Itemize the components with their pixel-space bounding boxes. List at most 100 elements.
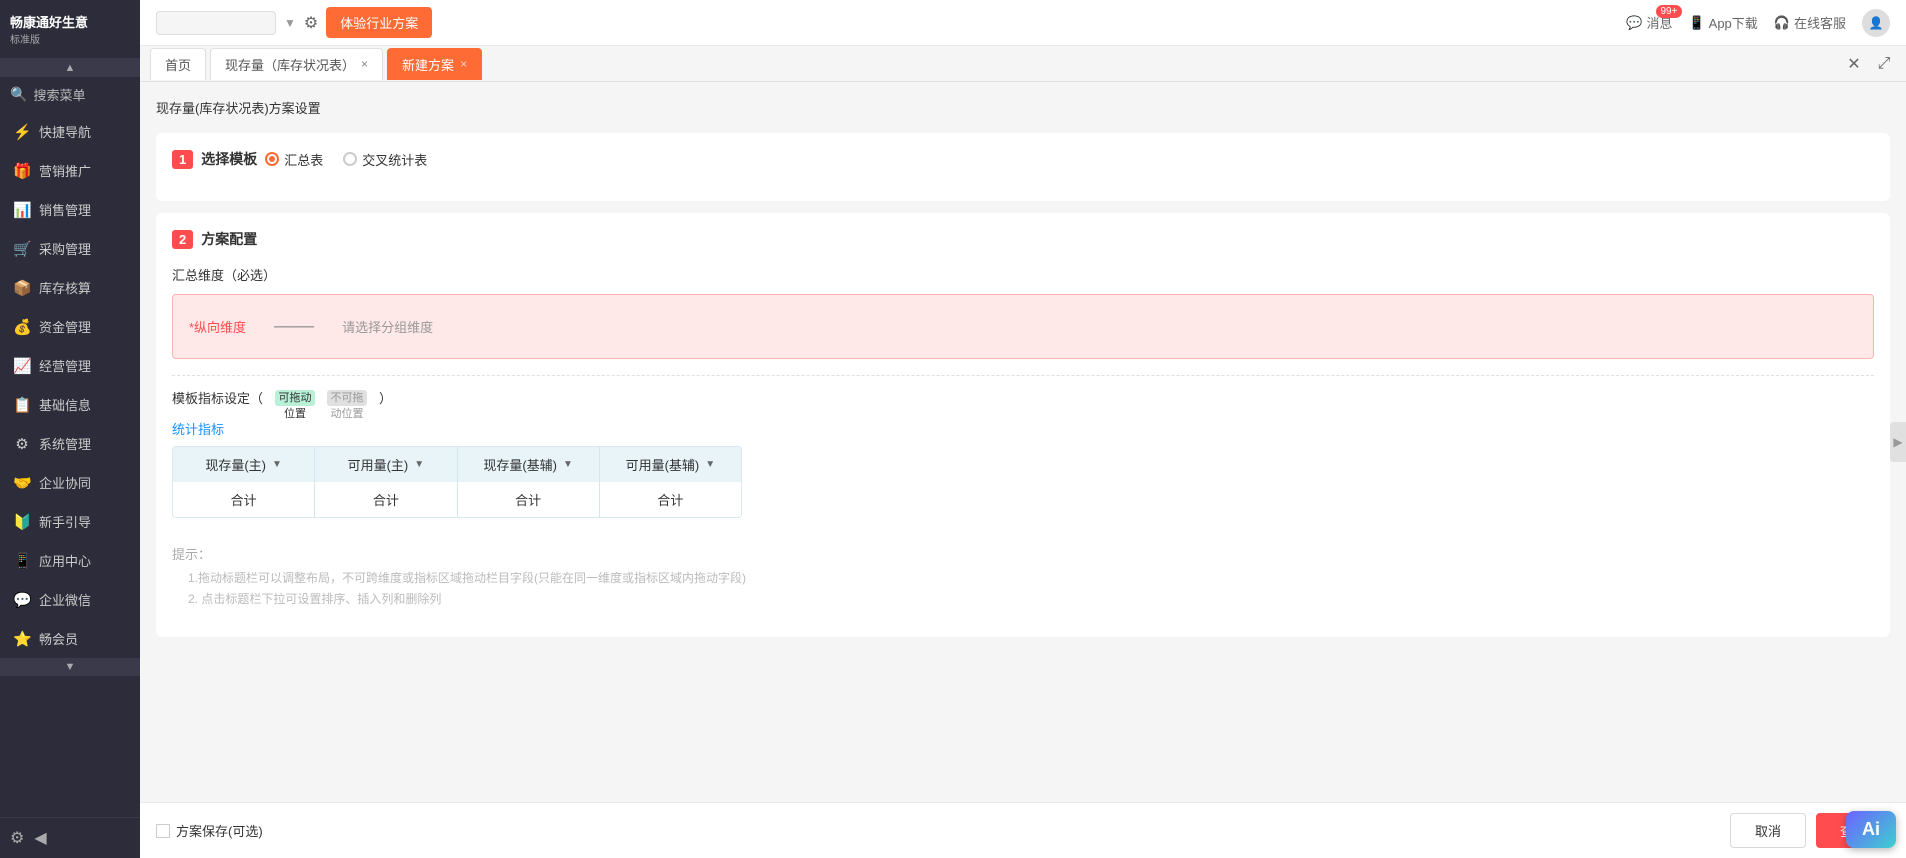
ai-button[interactable]: Ai [1846,811,1896,848]
purchase-icon: 🛒 [13,240,31,258]
tab-home[interactable]: 首页 [150,48,206,80]
message-icon: 💬 [1626,15,1642,31]
marketing-label: 营销推广 [39,161,91,180]
user-avatar[interactable]: 👤 [1862,9,1890,37]
sidebar-item-guide[interactable]: 🔰新手引导 [0,502,140,541]
sidebar-item-quick-nav[interactable]: ⚡快捷导航 [0,112,140,151]
sidebar-item-marketing[interactable]: 🎁营销推广 [0,151,140,190]
sidebar-logo: 畅康通好生意 标准版 [0,0,140,59]
radio-summary-circle [265,152,279,166]
tab-new-scheme[interactable]: 新建方案 × [387,48,482,80]
inventory-icon: 📦 [13,279,31,297]
stats-col-3-value: 合计 [515,490,541,509]
radio-cross-circle [343,152,357,166]
stats-col-body-4: 合计 [600,482,741,517]
settings-icon[interactable]: ⚙ [10,828,24,848]
sales-label: 销售管理 [39,200,91,219]
sidebar-scroll-up[interactable]: ▲ [0,59,140,77]
topbar-search-input[interactable] [156,11,276,35]
stats-col-4-value: 合计 [657,490,683,509]
tip-item-1: 1.拖动标题栏可以调整布局，不可跨维度或指标区域拖动栏目字段(只能在同一维度或指… [172,569,1874,586]
toggle-sidebar-icon[interactable]: ◀ [34,828,46,848]
inventory-label: 库存核算 [39,278,91,297]
app-icon: 📱 [1688,15,1704,31]
sidebar-item-purchase[interactable]: 🛒采购管理 [0,229,140,268]
sidebar-nav: ⚡快捷导航🎁营销推广 📊 销售管理 🛒采购管理 📦 库存核算 💰资金管理📈经营管理📋基础信息… [0,112,140,658]
non-draggable-badge: 不可拖动位置 [327,390,367,406]
col1-dropdown-icon[interactable]: ▼ [272,459,282,470]
step1-card: 1 选择模板 汇总表 交叉统计表 [156,133,1890,201]
stats-col-header-2[interactable]: 可用量(主) ▼ [315,447,457,482]
radio-cross[interactable]: 交叉统计表 [343,150,427,169]
sidebar-item-finance[interactable]: 💰资金管理 [0,307,140,346]
stats-col-header-3[interactable]: 现存量(基辅) ▼ [458,447,600,482]
sidebar-item-base-info[interactable]: 📋基础信息 [0,385,140,424]
close-panel-btn[interactable]: ✕ [1842,52,1866,76]
stats-col-4-label: 可用量(基辅) [626,455,700,474]
sales-icon: 📊 [13,201,31,219]
dim-separator: —— [274,315,314,338]
col4-dropdown-icon[interactable]: ▼ [705,459,715,470]
cancel-button[interactable]: 取消 [1730,813,1806,848]
finance-icon: 💰 [13,318,31,336]
sidebar-item-sales[interactable]: 📊 销售管理 [0,190,140,229]
tips-box: 提示： 1.拖动标题栏可以调整布局，不可跨维度或指标区域拖动栏目字段(只能在同一… [172,534,1874,621]
sidebar-search[interactable]: 🔍 搜索菜单 [0,77,140,112]
sidebar-item-cooperation[interactable]: 🤝企业协同 [0,463,140,502]
expand-panel-btn[interactable]: ⤢ [1872,52,1896,76]
template-indicator-suffix: ） [379,388,392,407]
tab-new-scheme-close-icon[interactable]: × [460,57,467,71]
sidebar-item-system[interactable]: ⚙系统管理 [0,424,140,463]
dimension-box[interactable]: *纵向维度 —— 请选择分组维度 [172,294,1874,359]
delete-col-link[interactable]: 删除列 [405,592,441,606]
member-label: 畅会员 [39,629,78,648]
step2-card: 2 方案配置 汇总维度（必选） *纵向维度 —— 请选择分组维度 模板指标设定（… [156,213,1890,637]
sidebar-item-member[interactable]: ⭐ 畅会员 [0,619,140,658]
stats-col-header-4[interactable]: 可用量(基辅) ▼ [600,447,741,482]
online-service-btn[interactable]: 🎧 在线客服 [1774,13,1846,32]
radio-summary[interactable]: 汇总表 [265,150,323,169]
tip-item-2: 2. 点击标题栏下拉可设置排序、插入列和删除列 [172,590,1874,607]
bottom-bar: 方案保存(可选) 取消 查询 [140,802,1906,858]
stats-col-header-1[interactable]: 现存量(主) ▼ [173,447,315,482]
sidebar-item-operations[interactable]: 📈经营管理 [0,346,140,385]
sidebar-item-inventory[interactable]: 📦 库存核算 [0,268,140,307]
stats-col-1-value: 合计 [231,490,257,509]
sidebar-search-label: 搜索菜单 [33,85,85,104]
sidebar-scroll-down[interactable]: ▼ [0,658,140,676]
topbar-dropdown-icon[interactable]: ▼ [284,16,296,30]
search-icon: 🔍 [10,86,27,103]
app-download-btn[interactable]: 📱 App下载 [1688,13,1757,32]
template-radio-group: 汇总表 交叉统计表 [265,150,427,169]
step2-header: 2 方案配置 [172,229,1874,249]
topbar: ▼ ⚙ 体验行业方案 💬 消息 99+ 📱 App下载 🎧 在线客服 👤 [140,0,1906,46]
base-info-icon: 📋 [13,396,31,414]
save-checkbox[interactable] [156,824,170,838]
message-badge: 99+ [1656,5,1683,18]
col2-dropdown-icon[interactable]: ▼ [414,459,424,470]
tab-home-label: 首页 [165,55,191,74]
save-option[interactable]: 方案保存(可选) [156,821,263,840]
member-icon: ⭐ [13,630,31,648]
stats-col-body-3: 合计 [458,482,600,517]
stats-table-header: 现存量(主) ▼ 可用量(主) ▼ 现存量(基辅) ▼ 可用量(基辅) ▼ [173,447,741,482]
tab-inventory-close-icon[interactable]: × [361,57,368,71]
operations-icon: 📈 [13,357,31,375]
right-collapse-btn[interactable]: ▶ [1890,422,1906,462]
content-area: 现存量(库存状况表)方案设置 1 选择模板 汇总表 交叉统计表 [140,82,1906,802]
tab-inventory-status[interactable]: 现存量（库存状况表） × [210,48,383,80]
cooperation-icon: 🤝 [13,474,31,492]
app-name: 畅康通好生意 [10,12,130,31]
topbar-gear-icon[interactable]: ⚙ [304,13,318,33]
message-btn[interactable]: 💬 消息 99+ [1626,13,1672,32]
guide-icon: 🔰 [13,513,31,531]
col3-dropdown-icon[interactable]: ▼ [563,459,573,470]
step2-number: 2 [172,230,193,249]
sidebar-item-wechat[interactable]: 💬企业微信 [0,580,140,619]
sidebar-item-app-center[interactable]: 📱应用中心 [0,541,140,580]
sidebar-footer: ⚙ ◀ [0,817,140,858]
section-divider-1 [172,375,1874,376]
wechat-label: 企业微信 [39,590,91,609]
trial-btn[interactable]: 体验行业方案 [326,7,432,38]
step2-title: 方案配置 [201,229,257,249]
